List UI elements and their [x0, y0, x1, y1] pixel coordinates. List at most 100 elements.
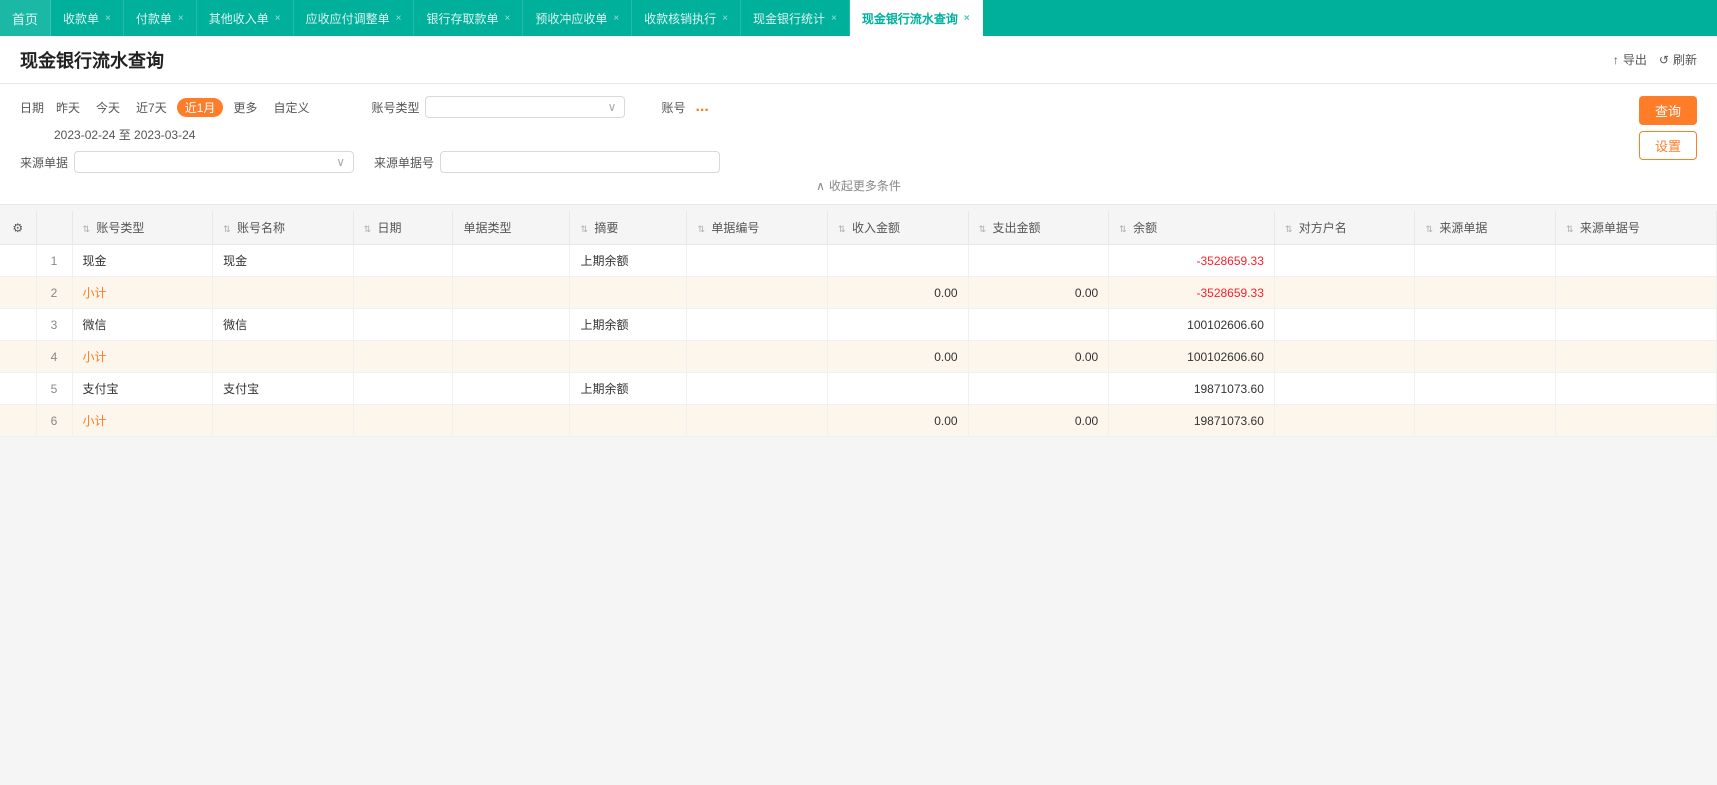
row-source-doc	[1415, 277, 1556, 309]
row-gear-cell	[0, 245, 36, 277]
nav-tab-payment[interactable]: 付款单 ×	[124, 0, 197, 36]
row-summary	[570, 405, 687, 437]
nav-tab-ar-ap-adjust-close[interactable]: ×	[396, 13, 402, 24]
row-account-type: 小计	[72, 341, 213, 373]
row-number: 5	[36, 373, 72, 405]
row-source-doc	[1415, 405, 1556, 437]
nav-tab-receipt[interactable]: 收款单 ×	[51, 0, 124, 36]
date-btn-today[interactable]: 今天	[90, 98, 126, 117]
row-income: 0.00	[828, 277, 969, 309]
nav-tab-home[interactable]: 首页	[0, 0, 51, 36]
row-expense: 0.00	[968, 341, 1109, 373]
col-date[interactable]: ⇅ 日期	[353, 211, 453, 245]
col-source-doc[interactable]: ⇅ 来源单据	[1415, 211, 1556, 245]
row-number: 1	[36, 245, 72, 277]
table-row: 4小计0.000.00100102606.60	[0, 341, 1717, 373]
account-type-filter-group: 账号类型 ∨	[371, 96, 625, 118]
nav-tab-bank-deposit-close[interactable]: ×	[504, 13, 510, 24]
col-summary[interactable]: ⇅ 摘要	[570, 211, 687, 245]
account-type-select[interactable]: ∨	[425, 96, 625, 118]
row-summary	[570, 341, 687, 373]
row-account-type: 支付宝	[72, 373, 213, 405]
account-dots-button[interactable]: ...	[691, 98, 712, 116]
refresh-button[interactable]: ↺ 刷新	[1659, 51, 1697, 68]
date-btn-1month[interactable]: 近1月	[177, 98, 224, 117]
row-balance: 19871073.60	[1109, 373, 1275, 405]
nav-tab-advance-receipt-label: 预收冲应收单	[535, 10, 607, 27]
row-expense	[968, 373, 1109, 405]
row-expense: 0.00	[968, 405, 1109, 437]
row-date	[353, 373, 453, 405]
date-btn-7days[interactable]: 近7天	[130, 98, 173, 117]
col-gear[interactable]: ⚙	[0, 211, 36, 245]
nav-tab-cash-bank-flow-close[interactable]: ×	[964, 13, 970, 24]
nav-tab-other-income[interactable]: 其他收入单 ×	[197, 0, 294, 36]
row-income	[828, 373, 969, 405]
col-expense[interactable]: ⇅ 支出金额	[968, 211, 1109, 245]
row-number: 2	[36, 277, 72, 309]
col-account-type[interactable]: ⇅ 账号类型	[72, 211, 213, 245]
row-expense	[968, 245, 1109, 277]
page-header: 现金银行流水查询 ↑ 导出 ↺ 刷新	[0, 36, 1717, 84]
export-icon: ↑	[1613, 53, 1619, 67]
nav-tab-payment-close[interactable]: ×	[178, 13, 184, 24]
export-button[interactable]: ↑ 导出	[1613, 51, 1647, 68]
date-range-text: 2023-02-24 至 2023-03-24	[54, 126, 195, 143]
row-income	[828, 309, 969, 341]
date-btn-yesterday[interactable]: 昨天	[50, 98, 86, 117]
col-source-doc-num[interactable]: ⇅ 来源单据号	[1556, 211, 1717, 245]
row-counterpart	[1274, 373, 1415, 405]
row-counterpart	[1274, 277, 1415, 309]
row-source-doc	[1415, 373, 1556, 405]
right-buttons: 查询 设置	[1639, 96, 1697, 160]
row-balance: -3528659.33	[1109, 277, 1275, 309]
col-doc-num[interactable]: ⇅ 单据编号	[687, 211, 828, 245]
nav-tab-advance-receipt-close[interactable]: ×	[613, 13, 619, 24]
row-doc-type	[453, 405, 570, 437]
source-doc-num-input[interactable]	[440, 151, 720, 173]
row-doc-type	[453, 309, 570, 341]
row-number: 4	[36, 341, 72, 373]
table-header-row: ⚙ ⇅ 账号类型 ⇅ 账号名称 ⇅ 日期 单据类型	[0, 211, 1717, 245]
row-number: 6	[36, 405, 72, 437]
nav-tab-receipt-verify-close[interactable]: ×	[722, 13, 728, 24]
row-income: 0.00	[828, 405, 969, 437]
table-container: ⚙ ⇅ 账号类型 ⇅ 账号名称 ⇅ 日期 单据类型	[0, 211, 1717, 437]
row-gear-cell	[0, 341, 36, 373]
nav-tab-bank-deposit[interactable]: 银行存取款单 ×	[414, 0, 523, 36]
nav-tab-ar-ap-adjust[interactable]: 应收应付调整单 ×	[294, 0, 415, 36]
nav-tab-ar-ap-adjust-label: 应收应付调整单	[306, 10, 390, 27]
row-source-doc-num	[1556, 341, 1717, 373]
account-type-label: 账号类型	[371, 99, 419, 116]
date-btn-custom[interactable]: 自定义	[267, 98, 315, 117]
refresh-label: 刷新	[1673, 51, 1697, 68]
page-title: 现金银行流水查询	[20, 47, 164, 73]
refresh-icon: ↺	[1659, 53, 1669, 67]
col-counterpart[interactable]: ⇅ 对方户名	[1274, 211, 1415, 245]
nav-tab-cash-bank-flow[interactable]: 现金银行流水查询 ×	[850, 0, 983, 36]
nav-tab-receipt-close[interactable]: ×	[105, 13, 111, 24]
nav-tab-other-income-close[interactable]: ×	[275, 13, 281, 24]
query-button[interactable]: 查询	[1639, 96, 1697, 125]
settings-button[interactable]: 设置	[1639, 131, 1697, 160]
row-balance: 100102606.60	[1109, 341, 1275, 373]
nav-tab-advance-receipt[interactable]: 预收冲应收单 ×	[523, 0, 632, 36]
table-row: 3微信微信上期余额100102606.60	[0, 309, 1717, 341]
nav-tab-cash-bank-stat[interactable]: 现金银行统计 ×	[741, 0, 850, 36]
collapse-bar[interactable]: ∧ 收起更多条件	[20, 173, 1697, 196]
col-balance[interactable]: ⇅ 余额	[1109, 211, 1275, 245]
col-income[interactable]: ⇅ 收入金额	[828, 211, 969, 245]
col-account-name[interactable]: ⇅ 账号名称	[213, 211, 354, 245]
date-range-row: 2023-02-24 至 2023-03-24	[50, 126, 1623, 143]
table-row: 6小计0.000.0019871073.60	[0, 405, 1717, 437]
nav-tab-cash-bank-stat-close[interactable]: ×	[831, 13, 837, 24]
row-counterpart	[1274, 341, 1415, 373]
row-account-type: 小计	[72, 277, 213, 309]
sort-icon-source-doc: ⇅	[1425, 224, 1433, 234]
sort-icon-doc-num: ⇅	[697, 224, 705, 234]
table-row: 5支付宝支付宝上期余额19871073.60	[0, 373, 1717, 405]
source-doc-select[interactable]: ∨	[74, 151, 354, 173]
date-btn-more[interactable]: 更多	[227, 98, 263, 117]
nav-tab-receipt-verify[interactable]: 收款核销执行 ×	[632, 0, 741, 36]
row-source-doc	[1415, 309, 1556, 341]
